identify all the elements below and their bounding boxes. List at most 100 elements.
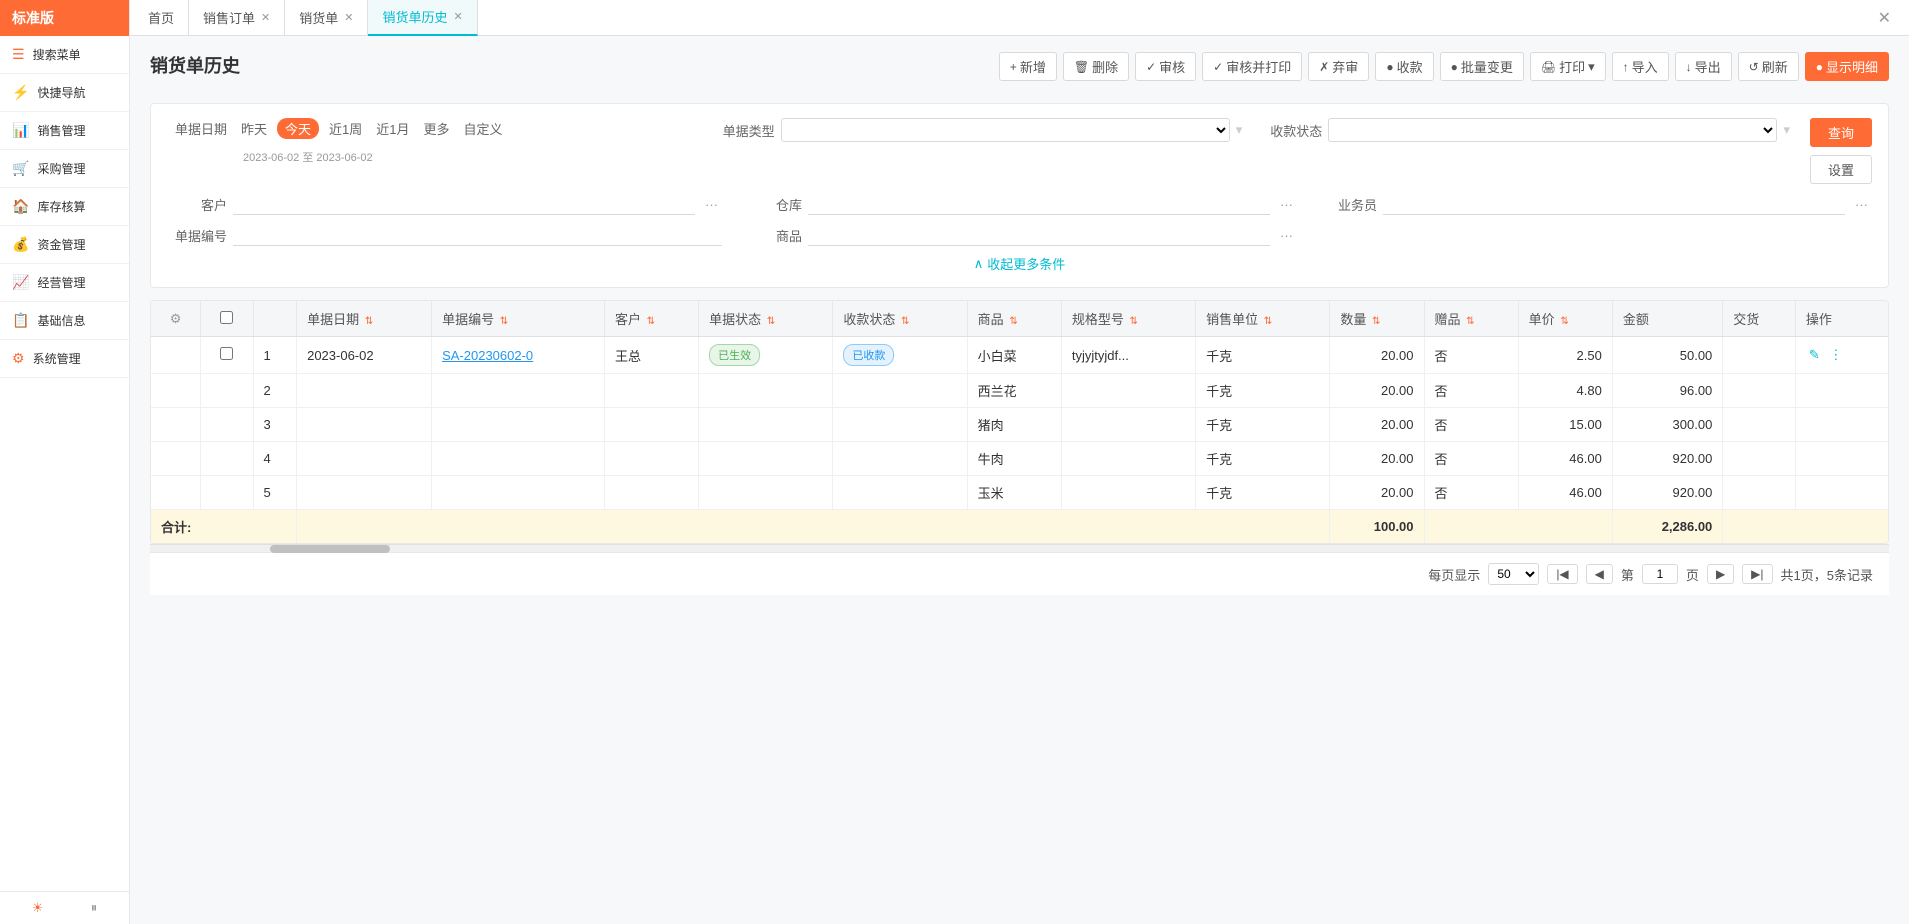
row1-more-icon[interactable]: ⋮ bbox=[1829, 347, 1842, 362]
export-button[interactable]: ↓ 导出 bbox=[1675, 52, 1732, 81]
print-button[interactable]: 🖨 打印 ▾ bbox=[1530, 52, 1606, 81]
tab-sales-goods[interactable]: 销货单 ✕ bbox=[285, 0, 368, 36]
tab-sales-history[interactable]: 销货单历史 ✕ bbox=[368, 0, 477, 36]
scrollbar-thumb[interactable] bbox=[270, 545, 390, 553]
page-size-select[interactable]: 50 20 100 bbox=[1488, 563, 1539, 585]
sort-gift-icon: ⇅ bbox=[1466, 316, 1474, 327]
pay-status-select[interactable] bbox=[1328, 118, 1777, 142]
row1-doc-no-link[interactable]: SA-20230602-0 bbox=[442, 348, 533, 363]
custom-btn[interactable]: 自定义 bbox=[460, 118, 507, 139]
row2-unit-price: 4.80 bbox=[1518, 374, 1612, 408]
last-page-button[interactable]: ▶| bbox=[1742, 564, 1772, 584]
delete-button[interactable]: 🗑 删除 bbox=[1063, 52, 1129, 81]
select-all-checkbox[interactable] bbox=[220, 311, 233, 324]
prev-page-button[interactable]: ◀ bbox=[1586, 564, 1613, 584]
tab-home[interactable]: 首页 bbox=[130, 0, 189, 36]
last7-btn[interactable]: 近1周 bbox=[325, 118, 366, 139]
set-button[interactable]: 设置 bbox=[1810, 155, 1872, 184]
sidebar-item-system-mgmt[interactable]: ⚙ 系统管理 bbox=[0, 340, 129, 378]
row1-checkbox[interactable] bbox=[201, 337, 253, 374]
abandon-button[interactable]: ✗ 弃审 bbox=[1308, 52, 1369, 81]
sidebar-item-finance[interactable]: 💰 资金管理 bbox=[0, 226, 129, 264]
first-page-button[interactable]: |◀ bbox=[1547, 564, 1577, 584]
row3-gift: 否 bbox=[1424, 408, 1518, 442]
col-goods[interactable]: 商品 ⇅ bbox=[967, 301, 1061, 337]
sidebar-item-quick-nav[interactable]: ⚡ 快捷导航 bbox=[0, 74, 129, 112]
goods-dots[interactable]: ··· bbox=[1276, 228, 1297, 243]
goods-input[interactable] bbox=[808, 225, 1270, 246]
col-unit-price[interactable]: 单价 ⇅ bbox=[1518, 301, 1612, 337]
col-qty[interactable]: 数量 ⇅ bbox=[1330, 301, 1424, 337]
customer-input[interactable] bbox=[233, 194, 695, 215]
sidebar-item-purchase-mgmt[interactable]: 🛒 采购管理 bbox=[0, 150, 129, 188]
show-details-button[interactable]: ● 显示明细 bbox=[1805, 52, 1889, 81]
yesterday-btn[interactable]: 昨天 bbox=[237, 118, 271, 139]
row1-edit-icon[interactable]: ✎ bbox=[1809, 347, 1820, 362]
row5-amount: 920.00 bbox=[1612, 476, 1722, 510]
row1-customer: 王总 bbox=[604, 337, 698, 374]
horizontal-scrollbar[interactable] bbox=[150, 544, 1889, 552]
today-btn[interactable]: 今天 bbox=[277, 118, 319, 139]
sidebar-item-sales-mgmt[interactable]: 📊 销售管理 bbox=[0, 112, 129, 150]
tab-sales-history-close[interactable]: ✕ bbox=[454, 10, 463, 23]
col-gift[interactable]: 赠品 ⇅ bbox=[1424, 301, 1518, 337]
sidebar-item-search-menu[interactable]: ☰ 搜索菜单 bbox=[0, 36, 129, 74]
row1-checkbox-input[interactable] bbox=[220, 347, 233, 360]
col-doc-no[interactable]: 单据编号 ⇅ bbox=[432, 301, 605, 337]
import-button[interactable]: ↑ 导入 bbox=[1612, 52, 1669, 81]
sidebar-bottom-icon1[interactable]: ☀ bbox=[32, 900, 44, 916]
col-date[interactable]: 单据日期 ⇅ bbox=[297, 301, 432, 337]
page-number-input[interactable] bbox=[1642, 564, 1678, 584]
row4-checkbox[interactable] bbox=[201, 442, 253, 476]
filter-collapse-btn[interactable]: ∧ 收起更多条件 bbox=[167, 254, 1872, 273]
col-doc-status[interactable]: 单据状态 ⇅ bbox=[699, 301, 833, 337]
salesperson-input[interactable] bbox=[1383, 194, 1845, 215]
tab-sales-goods-close[interactable]: ✕ bbox=[344, 11, 353, 24]
sort-goods-icon: ⇅ bbox=[1009, 316, 1017, 327]
review-button[interactable]: ✓ 审核 bbox=[1135, 52, 1196, 81]
export-icon: ↓ bbox=[1686, 60, 1692, 74]
tab-sales-order-close[interactable]: ✕ bbox=[261, 11, 270, 24]
row3-checkbox[interactable] bbox=[201, 408, 253, 442]
warehouse-input[interactable] bbox=[808, 194, 1270, 215]
batch-change-button[interactable]: ● 批量变更 bbox=[1440, 52, 1524, 81]
row3-doc-no bbox=[432, 408, 605, 442]
row2-checkbox[interactable] bbox=[201, 374, 253, 408]
row4-seq: 4 bbox=[253, 442, 297, 476]
table-row: 2 西兰花 千克 20.00 否 4.80 96.00 bbox=[151, 374, 1888, 408]
window-close-button[interactable]: ✕ bbox=[1870, 8, 1899, 28]
sort-unitprice-icon: ⇅ bbox=[1560, 316, 1568, 327]
doc-number-label: 单据编号 bbox=[167, 226, 227, 245]
doc-type-select[interactable] bbox=[781, 118, 1230, 142]
sidebar-bottom-icon2[interactable]: ⏸ bbox=[91, 900, 98, 916]
refresh-button[interactable]: ↺ 刷新 bbox=[1738, 52, 1799, 81]
add-button[interactable]: + 新增 bbox=[999, 52, 1057, 81]
summary-amount: 2,286.00 bbox=[1612, 510, 1722, 544]
collect-button[interactable]: ● 收款 bbox=[1375, 52, 1433, 81]
doc-number-input[interactable] bbox=[233, 225, 722, 246]
row1-doc-no[interactable]: SA-20230602-0 bbox=[432, 337, 605, 374]
row5-checkbox[interactable] bbox=[201, 476, 253, 510]
more-btn[interactable]: 更多 bbox=[420, 118, 454, 139]
row5-unit: 千克 bbox=[1196, 476, 1330, 510]
customer-dots[interactable]: ··· bbox=[701, 197, 722, 212]
next-page-button[interactable]: ▶ bbox=[1707, 564, 1734, 584]
batch-change-icon: ● bbox=[1451, 60, 1458, 74]
tab-sales-order[interactable]: 销售订单 ✕ bbox=[189, 0, 285, 36]
total-records-label: 共1页，5条记录 bbox=[1781, 565, 1873, 584]
review-print-button[interactable]: ✓ 审核并打印 bbox=[1202, 52, 1302, 81]
last30-btn[interactable]: 近1月 bbox=[372, 118, 413, 139]
col-unit[interactable]: 销售单位 ⇅ bbox=[1196, 301, 1330, 337]
col-checkbox[interactable] bbox=[201, 301, 253, 337]
sidebar-item-operations[interactable]: 📈 经营管理 bbox=[0, 264, 129, 302]
row5-customer bbox=[604, 476, 698, 510]
col-settings[interactable]: ⚙ bbox=[151, 301, 201, 337]
query-button[interactable]: 查询 bbox=[1810, 118, 1872, 147]
salesperson-dots[interactable]: ··· bbox=[1851, 197, 1872, 212]
sidebar-item-basic-info[interactable]: 📋 基础信息 bbox=[0, 302, 129, 340]
col-pay-status[interactable]: 收款状态 ⇅ bbox=[833, 301, 967, 337]
col-spec[interactable]: 规格型号 ⇅ bbox=[1061, 301, 1195, 337]
warehouse-dots[interactable]: ··· bbox=[1276, 197, 1297, 212]
sidebar-item-inventory[interactable]: 🏠 库存核算 bbox=[0, 188, 129, 226]
col-customer[interactable]: 客户 ⇅ bbox=[604, 301, 698, 337]
